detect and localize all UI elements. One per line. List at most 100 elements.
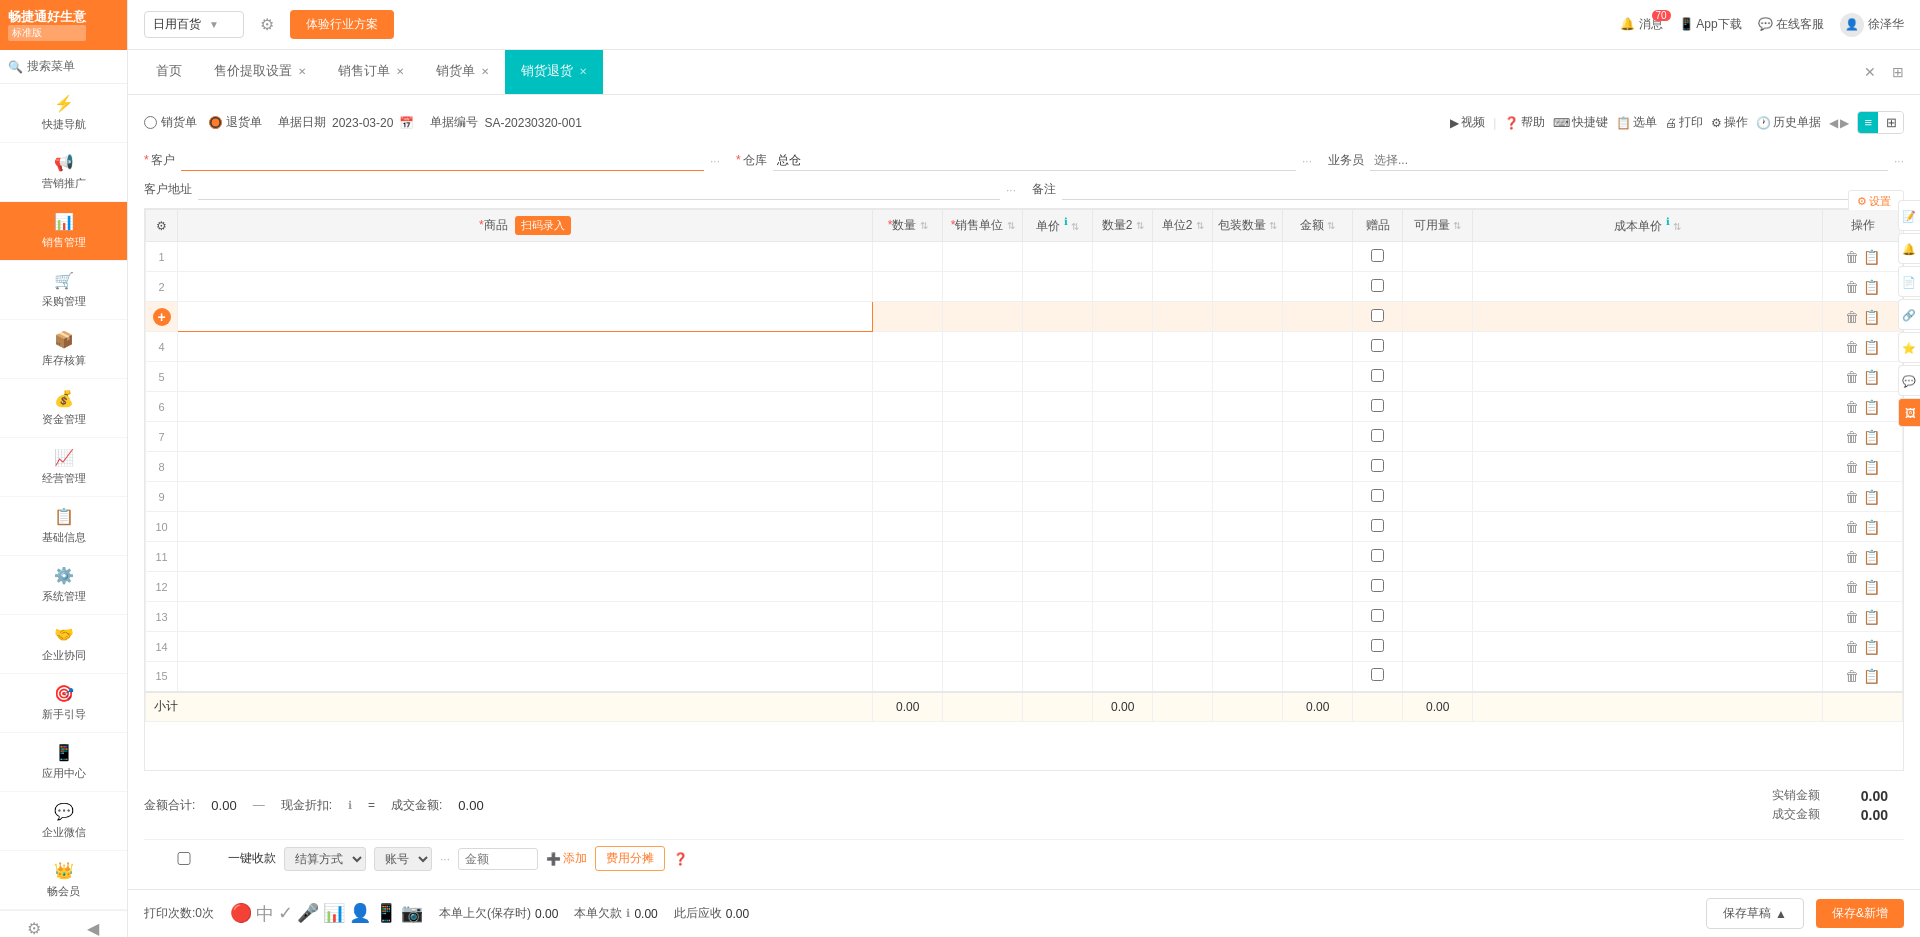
- qty-cell-7[interactable]: [873, 422, 943, 452]
- rp-btn-7[interactable]: 🖼: [1898, 398, 1920, 427]
- rp-btn-5[interactable]: ⭐: [1898, 332, 1920, 363]
- unit2-cell-14[interactable]: [1153, 632, 1213, 662]
- tab-sales-order-close-icon[interactable]: ✕: [396, 66, 404, 77]
- sidebar-collapse-btn[interactable]: ◀: [68, 919, 120, 937]
- unit2-cell-13[interactable]: [1153, 602, 1213, 632]
- avail-cell-14[interactable]: [1403, 632, 1473, 662]
- cost-cell-8[interactable]: [1473, 452, 1823, 482]
- user-menu[interactable]: 👤 徐泽华: [1840, 13, 1904, 37]
- payment-help-icon[interactable]: ❓: [673, 852, 688, 866]
- qty2-cell-8[interactable]: [1093, 452, 1153, 482]
- cost-cell-7[interactable]: [1473, 422, 1823, 452]
- amount-cell-14[interactable]: [1283, 632, 1353, 662]
- pack-cell-9[interactable]: [1213, 482, 1283, 512]
- unit-cell-7[interactable]: [943, 422, 1023, 452]
- copy-icon-6[interactable]: 📋: [1863, 399, 1880, 415]
- product-cell-9[interactable]: [178, 482, 873, 512]
- product-cell-2[interactable]: [178, 272, 873, 302]
- gift-check-13[interactable]: [1371, 609, 1384, 622]
- qty-cell-10[interactable]: [873, 512, 943, 542]
- sidebar-item-quick-nav[interactable]: ⚡ 快捷导航: [0, 84, 127, 143]
- qty-cell-13[interactable]: [873, 602, 943, 632]
- trial-btn[interactable]: 体验行业方案: [290, 10, 394, 39]
- qty-cell-8[interactable]: [873, 452, 943, 482]
- copy-icon-10[interactable]: 📋: [1863, 519, 1880, 535]
- sidebar-item-apps[interactable]: 📱 应用中心: [0, 733, 127, 792]
- unit-cell-13[interactable]: [943, 602, 1023, 632]
- copy-icon-12[interactable]: 📋: [1863, 579, 1880, 595]
- rp-btn-6[interactable]: 💬: [1898, 365, 1920, 396]
- footer-icon-3[interactable]: ✓: [278, 902, 293, 926]
- delete-icon-7[interactable]: 🗑: [1845, 429, 1859, 445]
- delete-icon-15[interactable]: 🗑: [1845, 668, 1859, 684]
- footer-icon-7[interactable]: 📱: [375, 902, 397, 926]
- unit2-cell-1[interactable]: [1153, 242, 1213, 272]
- staff-input[interactable]: [1370, 150, 1888, 171]
- copy-icon-3[interactable]: 📋: [1863, 309, 1880, 325]
- delete-icon-13[interactable]: 🗑: [1845, 609, 1859, 625]
- account-select[interactable]: 账号: [374, 847, 432, 871]
- calendar-icon[interactable]: 📅: [399, 116, 414, 130]
- gift-check-9[interactable]: [1371, 489, 1384, 502]
- gift-cell-1[interactable]: [1353, 242, 1403, 272]
- cost-cell-6[interactable]: [1473, 392, 1823, 422]
- delete-icon-11[interactable]: 🗑: [1845, 549, 1859, 565]
- add-row-cell[interactable]: +: [146, 302, 178, 332]
- warehouse-input[interactable]: [773, 150, 1296, 171]
- rp-btn-3[interactable]: 📄: [1898, 266, 1920, 297]
- product-cell-14[interactable]: [178, 632, 873, 662]
- copy-icon-11[interactable]: 📋: [1863, 549, 1880, 565]
- qty-cell-5[interactable]: [873, 362, 943, 392]
- copy-icon-1[interactable]: 📋: [1863, 249, 1880, 265]
- product-cell-13[interactable]: [178, 602, 873, 632]
- delete-icon-3[interactable]: 🗑: [1845, 309, 1859, 325]
- delete-icon-12[interactable]: 🗑: [1845, 579, 1859, 595]
- tab-grid-icon[interactable]: ⊞: [1888, 62, 1908, 82]
- gift-cell-6[interactable]: [1353, 392, 1403, 422]
- amount-cell-4[interactable]: [1283, 332, 1353, 362]
- customer-dots-btn[interactable]: ···: [710, 154, 720, 168]
- delete-icon-2[interactable]: 🗑: [1845, 279, 1859, 295]
- unit2-cell-9[interactable]: [1153, 482, 1213, 512]
- gift-cell-8[interactable]: [1353, 452, 1403, 482]
- save-draft-btn[interactable]: 保存草稿 ▲: [1706, 898, 1804, 929]
- price-cell-5[interactable]: [1023, 362, 1093, 392]
- unit2-cell-7[interactable]: [1153, 422, 1213, 452]
- delete-icon-14[interactable]: 🗑: [1845, 639, 1859, 655]
- address-dots-btn[interactable]: ···: [1006, 183, 1016, 197]
- unit2-cell-6[interactable]: [1153, 392, 1213, 422]
- pack-cell-3[interactable]: [1213, 302, 1283, 332]
- cost-cell-9[interactable]: [1473, 482, 1823, 512]
- amount-cell-6[interactable]: [1283, 392, 1353, 422]
- qty2-cell-1[interactable]: [1093, 242, 1153, 272]
- radio-return[interactable]: 退货单: [209, 114, 262, 131]
- rp-btn-4[interactable]: 🔗: [1898, 299, 1920, 330]
- qty-cell-14[interactable]: [873, 632, 943, 662]
- avail-cell-13[interactable]: [1403, 602, 1473, 632]
- price-cell-4[interactable]: [1023, 332, 1093, 362]
- tab-sales-order[interactable]: 销售订单 ✕: [322, 50, 420, 94]
- cost-cell-2[interactable]: [1473, 272, 1823, 302]
- staff-dots-btn[interactable]: ···: [1894, 154, 1904, 168]
- price-cell-15[interactable]: [1023, 662, 1093, 692]
- gift-cell-10[interactable]: [1353, 512, 1403, 542]
- gift-cell-2[interactable]: [1353, 272, 1403, 302]
- footer-icon-1[interactable]: 🔴: [230, 902, 252, 926]
- delete-icon-4[interactable]: 🗑: [1845, 339, 1859, 355]
- unit-cell-3[interactable]: [943, 302, 1023, 332]
- price-cell-6[interactable]: [1023, 392, 1093, 422]
- amount-cell-13[interactable]: [1283, 602, 1353, 632]
- qty2-cell-5[interactable]: [1093, 362, 1153, 392]
- qty2-cell-7[interactable]: [1093, 422, 1153, 452]
- product-cell-12[interactable]: [178, 572, 873, 602]
- gift-check-4[interactable]: [1371, 339, 1384, 352]
- radio-sales[interactable]: 销货单: [144, 114, 197, 131]
- pack-cell-14[interactable]: [1213, 632, 1283, 662]
- avail-cell-10[interactable]: [1403, 512, 1473, 542]
- sidebar-settings-btn[interactable]: ⚙: [8, 919, 60, 937]
- save-new-btn[interactable]: 保存&新增: [1816, 899, 1904, 928]
- qty-cell-12[interactable]: [873, 572, 943, 602]
- gift-cell-9[interactable]: [1353, 482, 1403, 512]
- gift-check-1[interactable]: [1371, 249, 1384, 262]
- account-dots-btn[interactable]: ···: [440, 852, 450, 866]
